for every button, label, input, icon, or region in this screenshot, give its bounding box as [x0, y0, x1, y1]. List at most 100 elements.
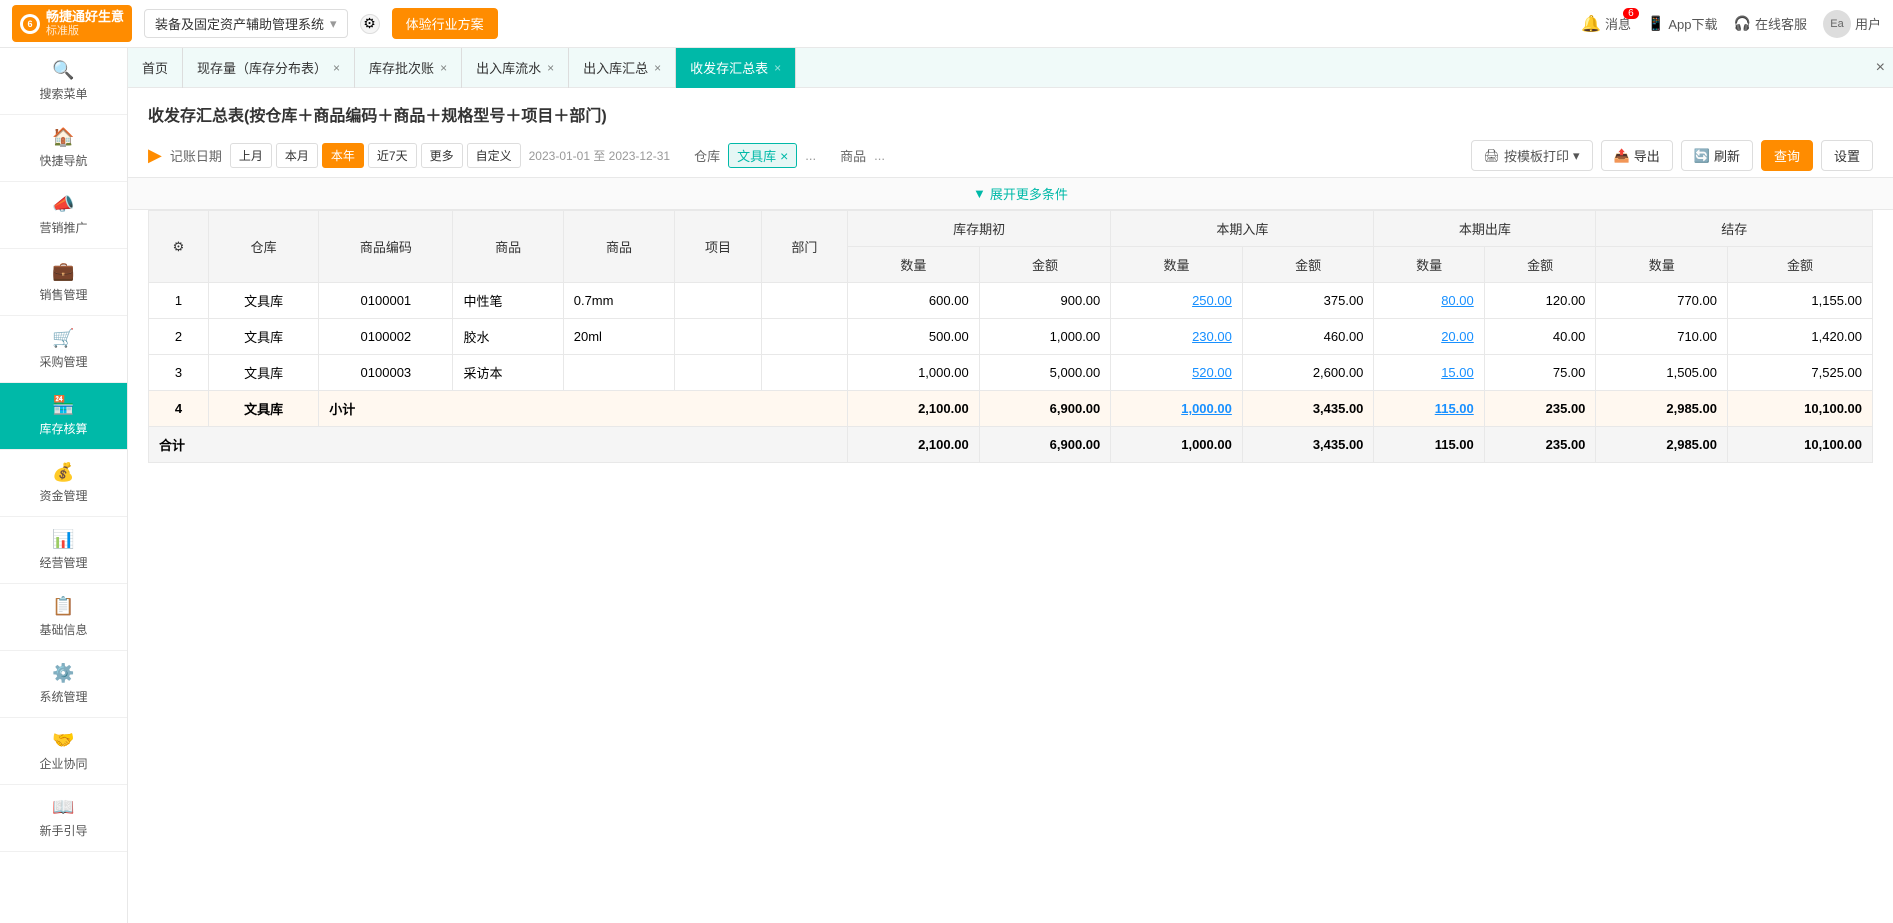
expand-icon: ▼	[973, 186, 986, 201]
sidebar-item-sales[interactable]: 💼 销售管理	[0, 249, 127, 316]
row-opening-amt: 1,000.00	[979, 319, 1111, 355]
online-service[interactable]: 🎧 在线客服	[1734, 14, 1807, 33]
row-dept	[761, 283, 847, 319]
col-out-qty-header: 数量	[1374, 247, 1484, 283]
row-goods-code: 0100001	[319, 283, 453, 319]
print-dropdown-icon: ▾	[1573, 148, 1580, 164]
messages-area[interactable]: 🔔 6 消息	[1581, 14, 1631, 34]
row-goods-spec: 20ml	[563, 319, 675, 355]
tab-recv-send-close[interactable]: ×	[774, 61, 781, 75]
row-out-amt: 40.00	[1484, 319, 1596, 355]
col-goods-name-header: 商品	[453, 211, 563, 283]
sidebar-item-inventory[interactable]: 🏪 库存核算	[0, 383, 127, 450]
row-in-qty[interactable]: 520.00	[1192, 365, 1232, 380]
row-warehouse: 文具库	[209, 319, 319, 355]
tab-batch-close[interactable]: ×	[440, 61, 447, 75]
refresh-button[interactable]: 🔄 刷新	[1681, 140, 1753, 171]
export-button[interactable]: 📤 导出	[1601, 140, 1673, 171]
sidebar-item-system[interactable]: ⚙️ 系统管理	[0, 651, 127, 718]
sales-icon: 💼	[52, 261, 74, 282]
row-goods-code: 0100002	[319, 319, 453, 355]
sidebar-item-cooperation[interactable]: 🤝 企业协同	[0, 718, 127, 785]
sidebar-item-operation-label: 经营管理	[39, 554, 87, 571]
sidebar-item-marketing-label: 营销推广	[39, 219, 87, 236]
period-btn-7days[interactable]: 近7天	[368, 143, 417, 168]
app-download[interactable]: 📱 App下载	[1647, 14, 1718, 33]
row-dept	[761, 355, 847, 391]
tab-stock-dist-close[interactable]: ×	[333, 61, 340, 75]
phone-icon: 📱	[1647, 15, 1664, 32]
col-in-amt-header: 金额	[1242, 247, 1374, 283]
row-in-qty[interactable]: 250.00	[1192, 293, 1232, 308]
col-in-qty-header: 数量	[1111, 247, 1243, 283]
tab-batch[interactable]: 库存批次账 ×	[355, 48, 462, 88]
page-title: 收发存汇总表(按仓库＋商品编码＋商品＋规格型号＋项目＋部门)	[148, 102, 1873, 126]
tab-bar-close[interactable]: ×	[1876, 59, 1893, 77]
period-btn-prev-month[interactable]: 上月	[230, 143, 272, 168]
tab-inout-summary[interactable]: 出入库汇总 ×	[569, 48, 676, 88]
subtotal-in-qty[interactable]: 1,000.00	[1181, 401, 1232, 416]
cooperation-icon: 🤝	[52, 730, 74, 751]
tab-home-label: 首页	[142, 58, 168, 77]
row-out-qty[interactable]: 80.00	[1441, 293, 1474, 308]
tab-recv-send[interactable]: 收发存汇总表 ×	[676, 48, 796, 88]
row-in-amt: 375.00	[1242, 283, 1374, 319]
system-title[interactable]: 装备及固定资产辅助管理系统 ▾	[144, 9, 348, 38]
total-out-qty: 115.00	[1374, 427, 1484, 463]
col-balance-amt-header: 金额	[1727, 247, 1872, 283]
user-avatar: Ea	[1823, 10, 1851, 38]
row-in-qty[interactable]: 230.00	[1192, 329, 1232, 344]
row-dept	[761, 319, 847, 355]
row-in-amt: 2,600.00	[1242, 355, 1374, 391]
collapse-icon[interactable]: ▶	[148, 145, 162, 166]
tab-inout-summary-close[interactable]: ×	[654, 61, 661, 75]
date-range-text: 2023-01-01 至 2023-12-31	[529, 147, 670, 164]
user-area[interactable]: Ea 用户	[1823, 10, 1881, 38]
sidebar-item-purchase[interactable]: 🛒 采购管理	[0, 316, 127, 383]
sidebar-item-search[interactable]: 🔍 搜索菜单	[0, 48, 127, 115]
messages-badge: 6	[1623, 8, 1639, 19]
header-right: 🔔 6 消息 📱 App下载 🎧 在线客服 Ea 用户	[1581, 10, 1881, 38]
warehouse-more[interactable]: ...	[805, 148, 816, 163]
goods-label: 商品	[840, 146, 866, 165]
goods-more[interactable]: ...	[874, 148, 885, 163]
setting-button[interactable]: 设置	[1821, 140, 1873, 171]
query-button[interactable]: 查询	[1761, 140, 1813, 171]
tab-stock-dist[interactable]: 现存量（库存分布表） ×	[183, 48, 355, 88]
sidebar-item-sales-label: 销售管理	[39, 286, 87, 303]
print-button[interactable]: 🖨 按模板打印 ▾	[1471, 140, 1593, 171]
tab-home[interactable]: 首页	[128, 48, 183, 88]
tab-inout-flow-close[interactable]: ×	[547, 61, 554, 75]
total-in-amt: 3,435.00	[1242, 427, 1374, 463]
warehouse-tag-close[interactable]: ×	[780, 148, 788, 164]
table-gear-header[interactable]: ⚙	[149, 211, 209, 283]
table-wrap: ⚙ 仓库 商品编码 商品 商品 项目 部门 库存期初 本期入库 本期出库 结存	[128, 210, 1893, 483]
sidebar-item-finance[interactable]: 💰 资金管理	[0, 450, 127, 517]
col-goods-spec-header: 商品	[563, 211, 675, 283]
dropdown-icon: ▾	[330, 16, 337, 32]
logo-icon: 6	[20, 14, 40, 34]
sidebar-item-quick[interactable]: 🏠 快捷导航	[0, 115, 127, 182]
table-row: 3 文具库 0100003 采访本 1,000.00 5,000.00 520.…	[149, 355, 1873, 391]
row-out-qty[interactable]: 15.00	[1441, 365, 1474, 380]
period-btn-more[interactable]: 更多	[421, 143, 463, 168]
tab-inout-flow[interactable]: 出入库流水 ×	[462, 48, 569, 88]
total-balance-amt: 10,100.00	[1727, 427, 1872, 463]
row-no: 2	[149, 319, 209, 355]
sidebar-item-marketing[interactable]: 📣 营销推广	[0, 182, 127, 249]
finance-icon: 💰	[52, 462, 74, 483]
expand-conditions-button[interactable]: ▼ 展开更多条件	[973, 184, 1068, 203]
settings-icon[interactable]: ⚙	[360, 14, 380, 34]
sidebar-item-operation[interactable]: 📊 经营管理	[0, 517, 127, 584]
period-btn-this-year[interactable]: 本年	[322, 143, 364, 168]
page-content: 收发存汇总表(按仓库＋商品编码＋商品＋规格型号＋项目＋部门) ▶ 记账日期 上月…	[128, 88, 1893, 923]
row-out-qty[interactable]: 20.00	[1441, 329, 1474, 344]
sidebar-item-basic[interactable]: 📋 基础信息	[0, 584, 127, 651]
sidebar-item-newbie[interactable]: 📖 新手引导	[0, 785, 127, 852]
sidebar-item-system-label: 系统管理	[39, 688, 87, 705]
period-btn-this-month[interactable]: 本月	[276, 143, 318, 168]
col-out-header: 本期出库	[1374, 211, 1596, 247]
period-btn-custom[interactable]: 自定义	[467, 143, 521, 168]
subtotal-out-qty[interactable]: 115.00	[1435, 401, 1474, 416]
trial-button[interactable]: 体验行业方案	[392, 8, 498, 39]
